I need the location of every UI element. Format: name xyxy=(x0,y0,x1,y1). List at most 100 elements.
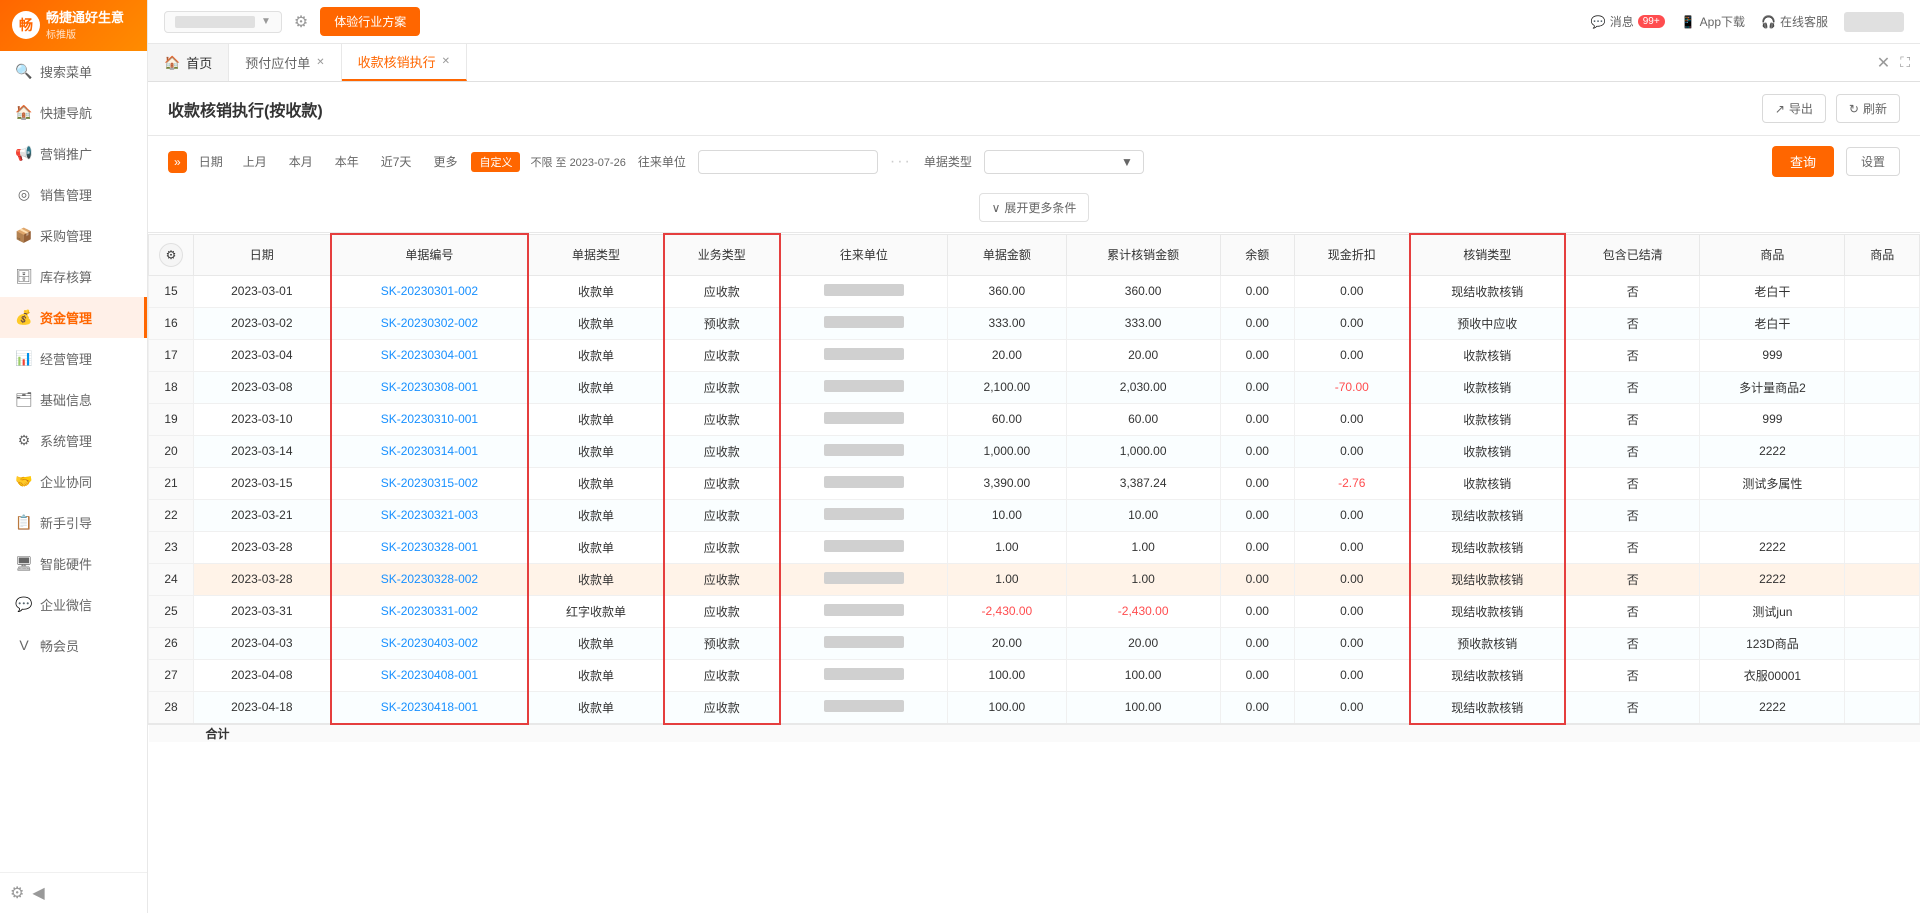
date-7days-btn[interactable]: 近7天 xyxy=(373,150,420,173)
td-balance: 0.00 xyxy=(1220,563,1294,595)
bill-no-link[interactable]: SK-20230328-002 xyxy=(381,572,478,586)
date-prev-month-btn[interactable]: 上月 xyxy=(235,150,275,173)
tab-home[interactable]: 🏠 首页 xyxy=(148,44,229,81)
bill-no-link[interactable]: SK-20230403-002 xyxy=(381,636,478,650)
bill-no-link[interactable]: SK-20230302-002 xyxy=(381,316,478,330)
bill-no-link[interactable]: SK-20230321-003 xyxy=(381,508,478,522)
sidebar-item-member[interactable]: V 畅会员 xyxy=(0,625,147,666)
maximize-icon[interactable]: ⛶ xyxy=(1900,54,1910,71)
column-settings-btn[interactable]: ⚙ xyxy=(159,243,183,267)
td-biz-type: 应收款 xyxy=(664,371,780,403)
td-date: 2023-03-28 xyxy=(194,563,331,595)
industry-solution-button[interactable]: 体验行业方案 xyxy=(320,7,420,36)
table-settings-button[interactable]: 设置 xyxy=(1846,147,1900,176)
sidebar-item-quicknav[interactable]: 🏠 快捷导航 xyxy=(0,92,147,133)
bill-no-link[interactable]: SK-20230308-001 xyxy=(381,380,478,394)
td-cash-discount: 0.00 xyxy=(1295,275,1410,307)
th-goods2: 商品 xyxy=(1845,234,1920,275)
td-date: 2023-03-02 xyxy=(194,307,331,339)
td-included: 否 xyxy=(1565,435,1700,467)
td-sn: 15 xyxy=(149,275,194,307)
td-partner xyxy=(780,435,948,467)
table-row: 28 2023-04-18 SK-20230418-001 收款单 应收款 10… xyxy=(149,691,1920,724)
td-bill-no: SK-20230304-001 xyxy=(331,339,529,371)
bill-no-link[interactable]: SK-20230301-002 xyxy=(381,284,478,298)
filter-dots: ··· xyxy=(890,153,912,171)
bill-no-link[interactable]: SK-20230314-001 xyxy=(381,444,478,458)
tab-actions: ✕ ⛶ xyxy=(1867,53,1920,73)
table-footer-row: 合计 xyxy=(149,724,1920,742)
bill-no-link[interactable]: SK-20230315-002 xyxy=(381,476,478,490)
refresh-button[interactable]: ↻ 刷新 xyxy=(1836,94,1900,123)
td-goods2 xyxy=(1845,275,1920,307)
export-button[interactable]: ↗ 导出 xyxy=(1762,94,1826,123)
export-icon: ↗ xyxy=(1775,102,1785,116)
bill-type-select[interactable]: ▼ xyxy=(984,150,1144,174)
date-curr-year-btn[interactable]: 本年 xyxy=(327,150,367,173)
partner-filter-input[interactable] xyxy=(698,150,878,174)
td-verify-type: 现结收款核销 xyxy=(1410,275,1566,307)
online-service-button[interactable]: 🎧 在线客服 xyxy=(1761,13,1828,30)
filter-toggle-btn[interactable]: » xyxy=(168,151,187,173)
sidebar-item-system[interactable]: ⚙ 系统管理 xyxy=(0,420,147,461)
td-date: 2023-03-21 xyxy=(194,499,331,531)
collapse-icon[interactable]: ◀ xyxy=(32,883,44,903)
bill-no-link[interactable]: SK-20230331-002 xyxy=(381,604,478,618)
sidebar-item-finance[interactable]: 💰 资金管理 xyxy=(0,297,147,338)
sidebar-item-operation[interactable]: 📊 经营管理 xyxy=(0,338,147,379)
sidebar-item-base[interactable]: 🗂 基础信息 xyxy=(0,379,147,420)
home-icon: 🏠 xyxy=(164,55,180,71)
sidebar-item-wechat[interactable]: 💬 企业微信 xyxy=(0,584,147,625)
messages-button[interactable]: 💬 消息 99+ xyxy=(1591,13,1665,30)
sidebar-item-marketing[interactable]: 📢 营销推广 xyxy=(0,133,147,174)
td-goods2 xyxy=(1845,595,1920,627)
expand-filter-btn[interactable]: ∨ 展开更多条件 xyxy=(979,193,1090,222)
sidebar-item-hardware[interactable]: 🖥 智能硬件 xyxy=(0,543,147,584)
quicknav-icon: 🏠 xyxy=(16,104,32,120)
table-row: 26 2023-04-03 SK-20230403-002 收款单 预收款 20… xyxy=(149,627,1920,659)
bill-no-link[interactable]: SK-20230418-001 xyxy=(381,700,478,714)
td-goods1: 衣服00001 xyxy=(1700,659,1845,691)
tab-collection[interactable]: 收款核销执行 ✕ xyxy=(342,44,467,81)
settings-icon[interactable]: ⚙ xyxy=(10,883,24,903)
bill-no-link[interactable]: SK-20230310-001 xyxy=(381,412,478,426)
app-download-button[interactable]: 📱 App下载 xyxy=(1681,13,1745,30)
td-biz-type: 应收款 xyxy=(664,435,780,467)
date-custom-btn[interactable]: 自定义 xyxy=(471,152,520,172)
date-more-btn[interactable]: 更多 xyxy=(425,150,465,173)
refresh-icon: ↻ xyxy=(1849,102,1859,116)
bill-no-link[interactable]: SK-20230328-001 xyxy=(381,540,478,554)
th-biz-type: 业务类型 xyxy=(664,234,780,275)
sidebar-item-corp[interactable]: 🤝 企业协同 xyxy=(0,461,147,502)
tab-prepay-close[interactable]: ✕ xyxy=(316,57,324,68)
date-filter-label: 日期 xyxy=(199,153,223,170)
td-verify-type: 收款核销 xyxy=(1410,403,1566,435)
td-cash-discount: -2.76 xyxy=(1295,467,1410,499)
td-biz-type: 应收款 xyxy=(664,659,780,691)
td-balance: 0.00 xyxy=(1220,435,1294,467)
company-selector[interactable]: ▼ xyxy=(164,11,282,33)
tab-prepay[interactable]: 预付应付单 ✕ xyxy=(229,44,341,81)
td-cash-discount: 0.00 xyxy=(1295,595,1410,627)
bill-no-link[interactable]: SK-20230304-001 xyxy=(381,348,478,362)
td-goods2 xyxy=(1845,307,1920,339)
td-amount: 1.00 xyxy=(948,563,1067,595)
td-partner xyxy=(780,659,948,691)
tab-collection-close[interactable]: ✕ xyxy=(442,56,450,67)
td-amount: 2,100.00 xyxy=(948,371,1067,403)
sidebar-item-sales[interactable]: ◎ 销售管理 xyxy=(0,174,147,215)
close-window-icon[interactable]: ✕ xyxy=(1877,53,1890,73)
table-row: 20 2023-03-14 SK-20230314-001 收款单 应收款 1,… xyxy=(149,435,1920,467)
sidebar-item-search[interactable]: 🔍 搜索菜单 xyxy=(0,51,147,92)
td-verify-type: 收款核销 xyxy=(1410,371,1566,403)
td-balance: 0.00 xyxy=(1220,275,1294,307)
sidebar-item-purchase[interactable]: 📦 采购管理 xyxy=(0,215,147,256)
gear-icon[interactable]: ⚙ xyxy=(294,12,308,32)
bill-no-link[interactable]: SK-20230408-001 xyxy=(381,668,478,682)
wechat-icon: 💬 xyxy=(16,596,32,612)
date-curr-month-btn[interactable]: 本月 xyxy=(281,150,321,173)
sidebar-item-guide[interactable]: 📋 新手引导 xyxy=(0,502,147,543)
query-button[interactable]: 查询 xyxy=(1772,146,1834,177)
data-table-container: ⚙ 日期 单据编号 单据类型 业务类型 往来单位 单据金额 累计核销金额 余额 … xyxy=(148,233,1920,913)
sidebar-item-inventory[interactable]: 🗄 库存核算 xyxy=(0,256,147,297)
